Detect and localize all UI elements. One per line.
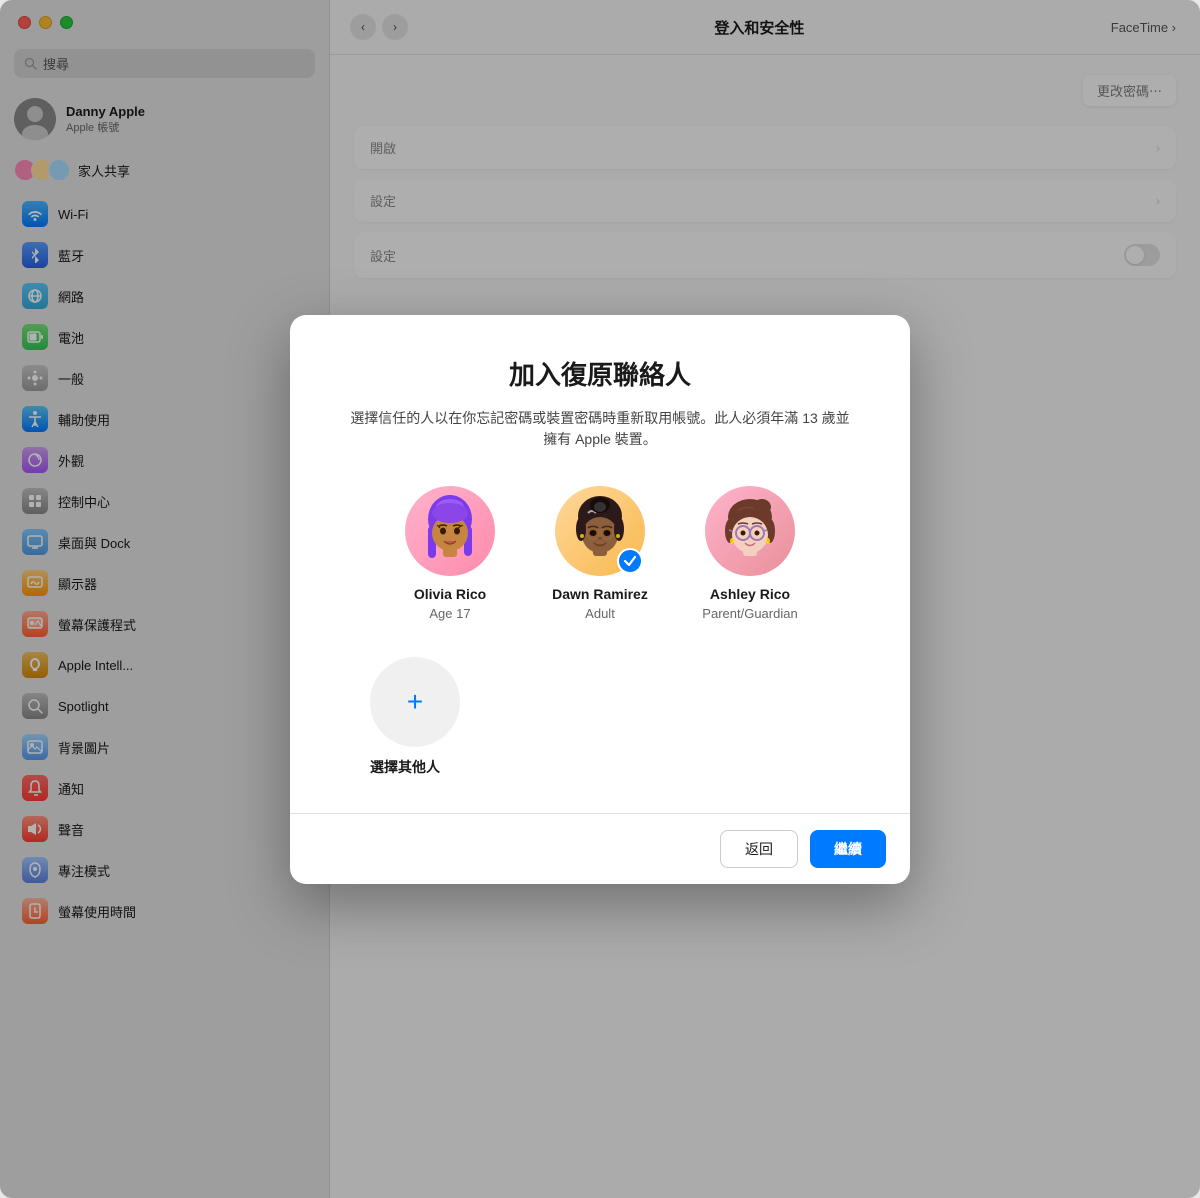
modal-overlay: 加入復原聯絡人 選擇信任的人以在你忘記密碼或裝置密碼時重新取用帳號。此人必須年滿… — [0, 0, 1200, 1198]
contact-name-ashley: Ashley Rico — [710, 586, 790, 602]
contact-item-dawn[interactable]: Dawn Ramirez Adult — [540, 486, 660, 621]
contact-avatar-wrap-dawn — [555, 486, 645, 576]
continue-button[interactable]: 繼續 — [810, 830, 886, 868]
contact-item-ashley[interactable]: Ashley Rico Parent/Guardian — [690, 486, 810, 621]
add-contact-button[interactable]: + — [370, 657, 460, 747]
add-contact-row: + 選擇其他人 — [330, 657, 870, 777]
window: 搜尋 Danny Apple Apple 帳號 家人 — [0, 0, 1200, 1198]
contact-avatar-ashley — [705, 486, 795, 576]
contact-name-dawn: Dawn Ramirez — [552, 586, 648, 602]
check-badge-dawn — [617, 548, 643, 574]
contact-avatar-wrap-ashley — [705, 486, 795, 576]
contact-role-olivia: Age 17 — [429, 606, 470, 621]
contact-name-olivia: Olivia Rico — [414, 586, 486, 602]
contact-avatar-wrap-olivia — [405, 486, 495, 576]
plus-icon: + — [407, 686, 423, 718]
modal-description: 選擇信任的人以在你忘記密碼或裝置密碼時重新取用帳號。此人必須年滿 13 歲並擁有… — [330, 408, 870, 450]
back-button[interactable]: 返回 — [720, 830, 798, 868]
contact-item-olivia[interactable]: Olivia Rico Age 17 — [390, 486, 510, 621]
add-contact-label: 選擇其他人 — [370, 757, 440, 777]
contacts-row: Olivia Rico Age 17 — [330, 486, 870, 621]
modal-dialog: 加入復原聯絡人 選擇信任的人以在你忘記密碼或裝置密碼時重新取用帳號。此人必須年滿… — [290, 315, 910, 884]
modal-body: 加入復原聯絡人 選擇信任的人以在你忘記密碼或裝置密碼時重新取用帳號。此人必須年滿… — [290, 315, 910, 813]
modal-footer: 返回 繼續 — [290, 814, 910, 884]
contact-role-ashley: Parent/Guardian — [702, 606, 797, 621]
contact-avatar-olivia — [405, 486, 495, 576]
contact-role-dawn: Adult — [585, 606, 615, 621]
modal-title: 加入復原聯絡人 — [330, 355, 870, 392]
